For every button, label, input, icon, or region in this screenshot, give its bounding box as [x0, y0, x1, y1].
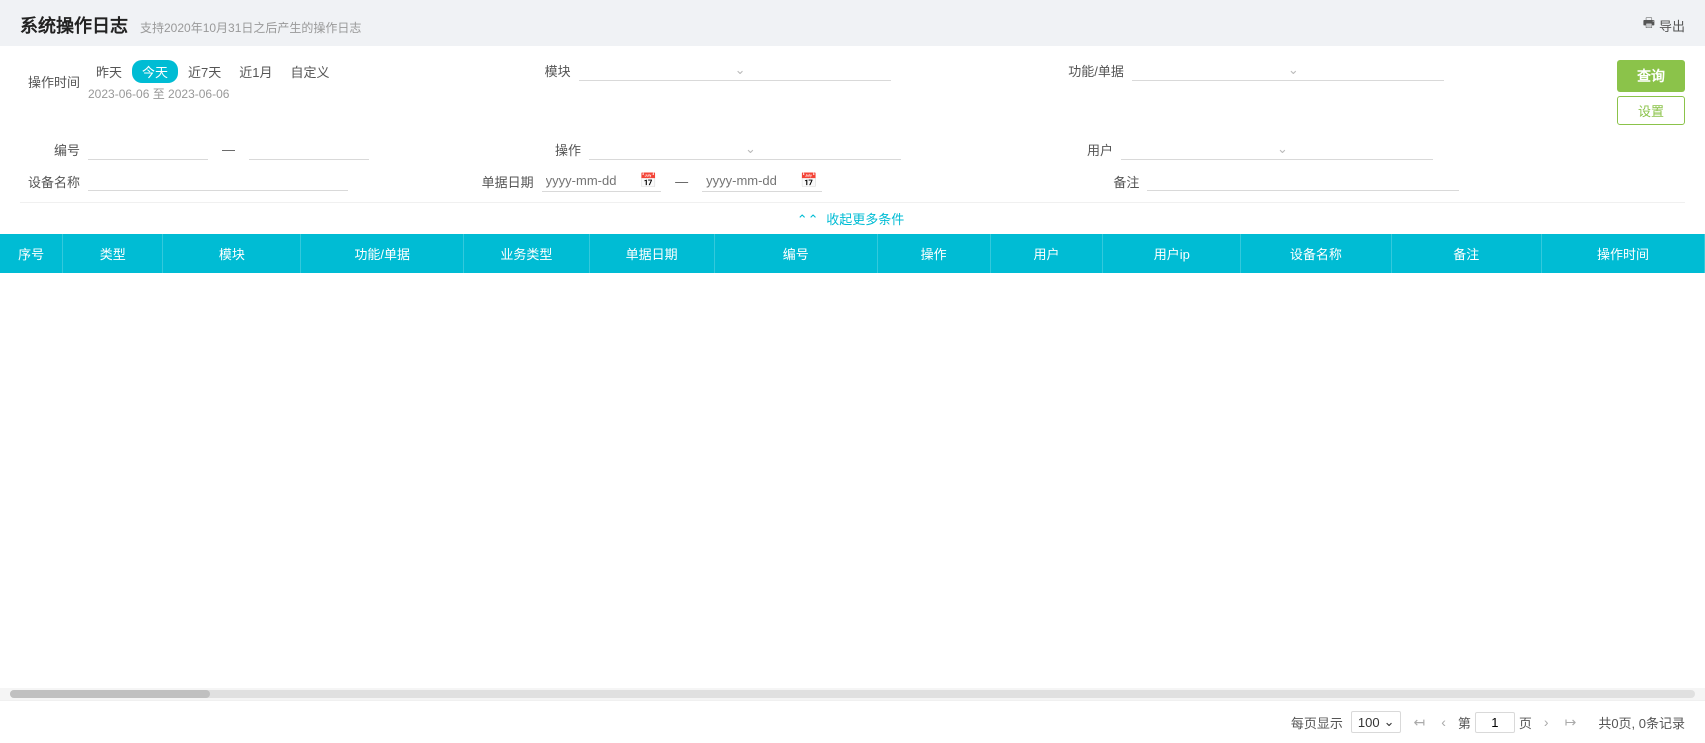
col-op: 操作: [877, 234, 990, 273]
voucher-date-filter-item: 单据日期 📅 — 📅: [474, 170, 954, 192]
func-label: 功能/单据: [1064, 61, 1124, 80]
time-date-range: 2023-06-06 至 2023-06-06: [88, 85, 338, 102]
col-op-time: 操作时间: [1542, 234, 1705, 273]
pagination-bar: 每页显示 100 ⌄ ↤ ‹ 第 页 › ↦ 共0页, 0条记录: [0, 700, 1705, 743]
filter-section: 操作时间 昨天 今天 近7天 近1月 自定义 2023-06-06 至 2023…: [0, 46, 1705, 234]
scrollbar-area: [0, 688, 1705, 700]
page-label: 第: [1458, 713, 1471, 732]
time-7days[interactable]: 近7天: [180, 60, 229, 83]
calendar-to-icon[interactable]: 📅: [800, 172, 817, 189]
user-chevron-icon: ⌄: [1277, 141, 1429, 157]
col-func: 功能/单据: [301, 234, 464, 273]
per-page-select[interactable]: 100 ⌄: [1351, 711, 1402, 733]
filter-row-3: 设备名称 单据日期 📅 — 📅 备注: [20, 170, 1685, 192]
col-remark: 备注: [1391, 234, 1541, 273]
time-buttons: 昨天 今天 近7天 近1月 自定义: [88, 60, 338, 83]
collapse-chevron-icon: ⌃⌃: [797, 212, 819, 227]
time-custom[interactable]: 自定义: [283, 60, 338, 83]
table-container: 序号 类型 模块 功能/单据 业务类型 单据日期 编号 操作 用户 用户ip 设…: [0, 234, 1705, 688]
op-chevron-icon: ⌄: [745, 141, 897, 157]
op-select[interactable]: ⌄: [589, 139, 901, 160]
last-page-button[interactable]: ↦: [1561, 712, 1581, 733]
setting-button[interactable]: 设置: [1617, 96, 1685, 125]
col-no: 序号: [0, 234, 63, 273]
date-dash: —: [675, 174, 688, 189]
export-button[interactable]: 🖶 导出: [1643, 14, 1685, 36]
calendar-from-icon[interactable]: 📅: [640, 172, 657, 189]
page-container: 系统操作日志 支持2020年10月31日之后产生的操作日志 🖶 导出 操作时间 …: [0, 0, 1705, 743]
first-page-button[interactable]: ↤: [1409, 712, 1429, 733]
user-filter-item: 用户 ⌄: [1053, 139, 1433, 160]
module-label: 模块: [511, 61, 571, 80]
no-filter-item: 编号 —: [20, 140, 369, 160]
export-icon: 🖶: [1643, 14, 1655, 36]
remark-filter-item: 备注: [1079, 171, 1459, 191]
title-area: 系统操作日志 支持2020年10月31日之后产生的操作日志: [20, 12, 361, 38]
func-filter-item: 功能/单据 ⌄: [1064, 60, 1444, 81]
per-page-value: 100: [1358, 715, 1380, 730]
col-device: 设备名称: [1241, 234, 1391, 273]
export-label: 导出: [1659, 16, 1685, 35]
voucher-date-from-wrapper: 📅: [542, 170, 661, 192]
page-title: 系统操作日志: [20, 12, 128, 38]
total-info: 共0页, 0条记录: [1598, 713, 1685, 732]
time-label: 操作时间: [20, 72, 80, 91]
query-button[interactable]: 查询: [1617, 60, 1685, 92]
col-module: 模块: [163, 234, 301, 273]
collapse-bar[interactable]: ⌃⌃ 收起更多条件: [20, 202, 1685, 234]
filter-row-1: 操作时间 昨天 今天 近7天 近1月 自定义 2023-06-06 至 2023…: [20, 60, 1685, 125]
voucher-date-label: 单据日期: [474, 172, 534, 191]
remark-label: 备注: [1079, 172, 1139, 191]
time-col: 昨天 今天 近7天 近1月 自定义 2023-06-06 至 2023-06-0…: [88, 60, 338, 102]
no-input-from[interactable]: [88, 140, 208, 160]
time-today[interactable]: 今天: [132, 60, 178, 83]
user-select[interactable]: ⌄: [1121, 139, 1433, 160]
time-yesterday[interactable]: 昨天: [88, 60, 130, 83]
col-no2: 编号: [714, 234, 877, 273]
page-subtitle: 支持2020年10月31日之后产生的操作日志: [140, 19, 361, 36]
time-1month[interactable]: 近1月: [231, 60, 280, 83]
col-voucher-date: 单据日期: [589, 234, 714, 273]
op-label: 操作: [521, 140, 581, 159]
filter-row-2: 编号 — 操作 ⌄ 用户 ⌄: [20, 139, 1685, 160]
col-user: 用户: [990, 234, 1103, 273]
action-buttons: 查询 设置: [1617, 60, 1685, 125]
op-filter-item: 操作 ⌄: [521, 139, 901, 160]
time-filter-item: 操作时间 昨天 今天 近7天 近1月 自定义 2023-06-06 至 2023…: [20, 60, 338, 102]
func-chevron-icon: ⌄: [1288, 62, 1440, 78]
collapse-label: 收起更多条件: [826, 212, 904, 227]
col-user-ip: 用户ip: [1103, 234, 1241, 273]
col-biz-type: 业务类型: [464, 234, 589, 273]
device-label: 设备名称: [20, 172, 80, 191]
next-page-button[interactable]: ›: [1540, 712, 1553, 732]
module-chevron-icon: ⌄: [735, 62, 887, 78]
device-filter-item: 设备名称: [20, 171, 348, 191]
per-page-label: 每页显示: [1291, 713, 1343, 732]
voucher-date-to-input[interactable]: [706, 173, 796, 188]
page-info: 第 页: [1458, 712, 1532, 733]
device-input[interactable]: [88, 171, 348, 191]
page-unit: 页: [1519, 713, 1532, 732]
no-label: 编号: [20, 140, 80, 159]
func-select[interactable]: ⌄: [1132, 60, 1444, 81]
col-type: 类型: [63, 234, 163, 273]
no-input-to[interactable]: [249, 140, 369, 160]
scrollbar-thumb[interactable]: [10, 690, 210, 698]
table-header-row: 序号 类型 模块 功能/单据 业务类型 单据日期 编号 操作 用户 用户ip 设…: [0, 234, 1705, 273]
data-table: 序号 类型 模块 功能/单据 业务类型 单据日期 编号 操作 用户 用户ip 设…: [0, 234, 1705, 273]
voucher-date-to-wrapper: 📅: [702, 170, 821, 192]
module-select[interactable]: ⌄: [579, 60, 891, 81]
remark-input[interactable]: [1147, 171, 1459, 191]
prev-page-button[interactable]: ‹: [1437, 712, 1450, 732]
user-label: 用户: [1053, 140, 1113, 159]
no-dash: —: [222, 142, 235, 157]
voucher-date-from-input[interactable]: [546, 173, 636, 188]
page-header: 系统操作日志 支持2020年10月31日之后产生的操作日志 🖶 导出: [0, 0, 1705, 46]
per-page-chevron-icon: ⌄: [1384, 714, 1395, 730]
module-filter-item: 模块 ⌄: [511, 60, 891, 81]
scrollbar-track[interactable]: [10, 690, 1695, 698]
page-number-input[interactable]: [1475, 712, 1515, 733]
